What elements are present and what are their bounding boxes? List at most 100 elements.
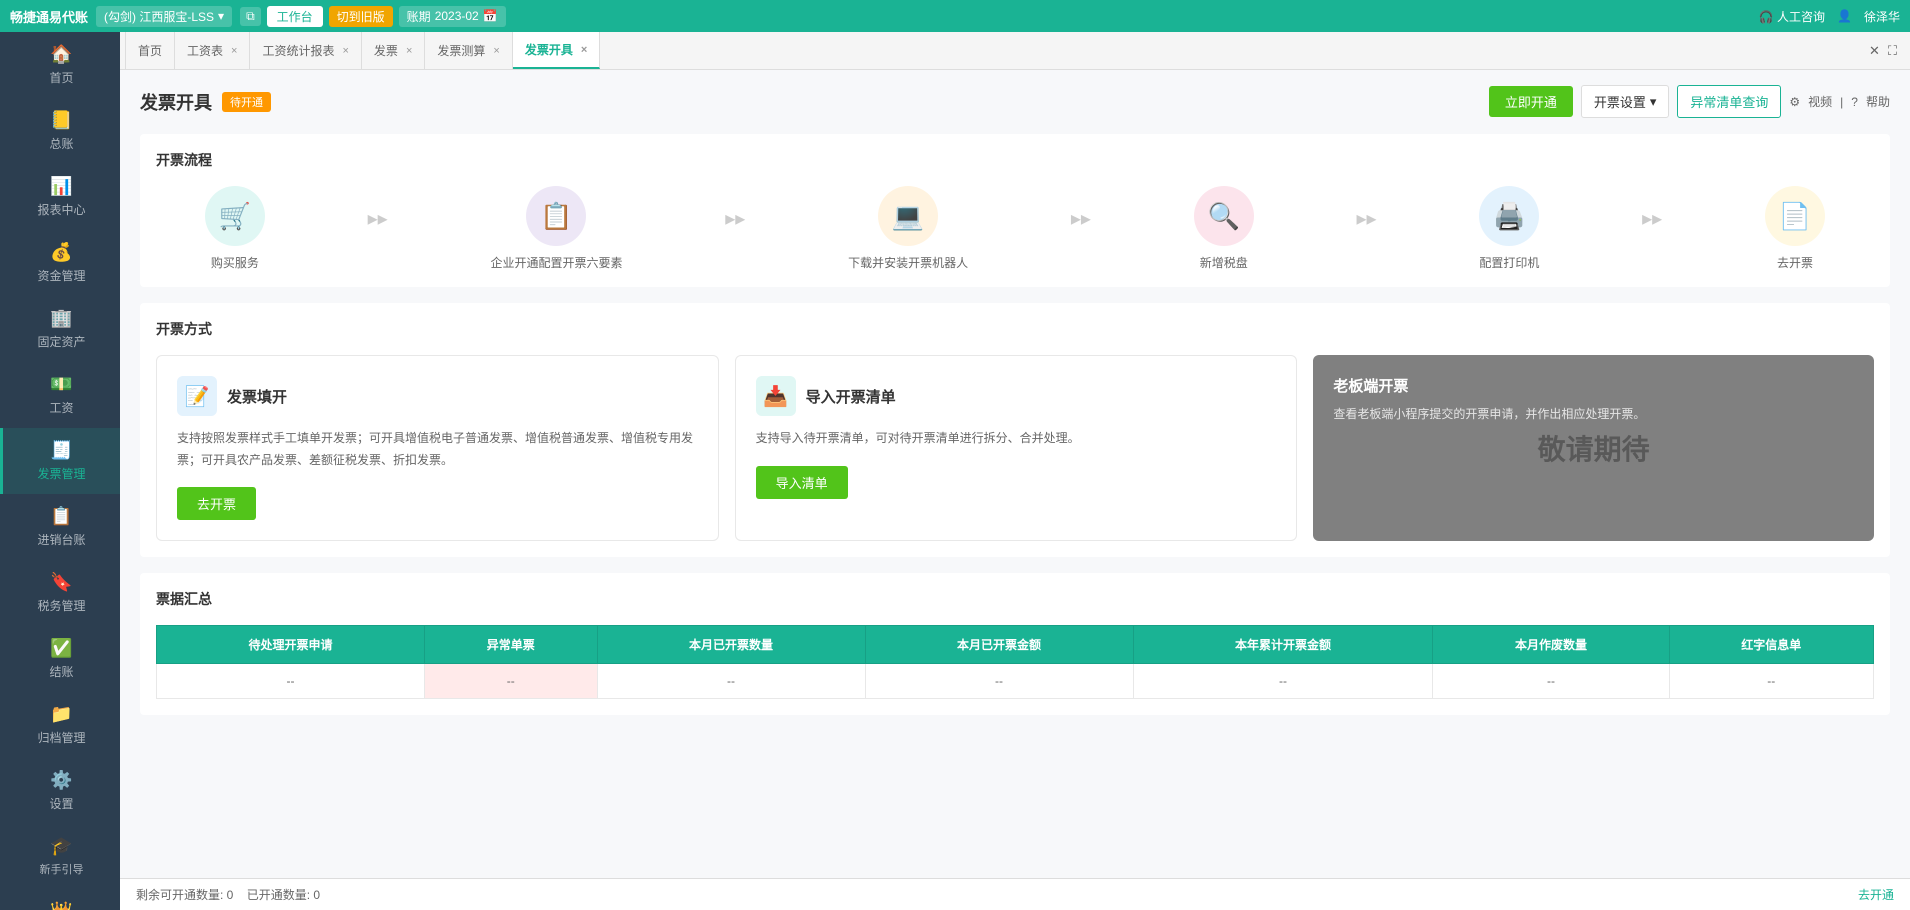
sidebar-item-首页[interactable]: 🏠首页 (0, 32, 120, 98)
summary-cell-6: -- (1669, 664, 1873, 699)
sidebar-icon-0: 🏠 (50, 44, 72, 65)
open-settings-button[interactable]: 开票设置 ▾ (1581, 85, 1670, 118)
import-list-button[interactable]: 导入清单 (756, 466, 848, 499)
summary-cell-2: -- (597, 664, 865, 699)
tab-close-2[interactable]: × (342, 45, 348, 57)
sidebar-icon-7: 📋 (50, 506, 72, 527)
flow-step-label-4: 配置打印机 (1479, 254, 1539, 271)
sidebar-item-发票管理[interactable]: 🧾发票管理 (0, 428, 120, 494)
status-badge: 待开通 (222, 92, 271, 112)
bottom-bar: 剩余可开通数量: 0 已开通数量: 0 去开通 (120, 878, 1910, 910)
company-name: (勾剑) 江西服宝-LSS (104, 8, 214, 25)
opened-label: 已开通数量: 0 (247, 888, 320, 902)
flow-step-icon-1: 📋 (526, 186, 586, 246)
flow-step-icon-4: 🖨️ (1479, 186, 1539, 246)
bottom-label-0: 新手引导 (40, 861, 84, 877)
switch-version-button[interactable]: 切到旧版 (329, 6, 393, 27)
flow-step-icon-5: 📄 (1765, 186, 1825, 246)
tab-工资表[interactable]: 工资表× (175, 32, 250, 69)
help-icon[interactable]: ? (1851, 95, 1858, 109)
tab-close-4[interactable]: × (493, 45, 499, 57)
settings-gear-icon[interactable]: ⚙ (1789, 95, 1800, 109)
method-card-fill: 📝 发票填开 支持按照发票样式手工填单开发票；可开具增值税电子普通发票、增值税普… (156, 355, 719, 541)
sidebar-item-报表中心[interactable]: 📊报表中心 (0, 164, 120, 230)
tab-close-5[interactable]: × (581, 44, 587, 56)
service-button[interactable]: 🎧 人工咨询 (1759, 8, 1825, 25)
sidebar-bottom: 🎓新手引导👑畅会员 📌 取消固定 (0, 824, 120, 910)
old-terminal-desc: 查看老板端小程序提交的开票申请，并作出相应处理开票。 (1333, 404, 1854, 426)
username[interactable]: 徐泽华 (1864, 8, 1900, 25)
sidebar-icon-10: 📁 (50, 704, 72, 725)
sidebar-item-税务管理[interactable]: 🔖税务管理 (0, 560, 120, 626)
summary-col-header-4: 本年累计开票金额 (1133, 626, 1433, 664)
flow-arrow-0: ▸▸ (368, 206, 388, 251)
summary-col-header-3: 本月已开票金额 (865, 626, 1133, 664)
top-bar-left: 畅捷通易代账 (勾剑) 江西服宝-LSS ▾ ⧉ 工作台 切到旧版 账期 202… (10, 6, 506, 27)
top-bar: 畅捷通易代账 (勾剑) 江西服宝-LSS ▾ ⧉ 工作台 切到旧版 账期 202… (0, 0, 1910, 32)
exception-query-button[interactable]: 异常清单查询 (1677, 85, 1781, 118)
summary-cell-4: -- (1133, 664, 1433, 699)
sidebar-bottom-item-新手引导[interactable]: 🎓新手引导 (0, 824, 120, 889)
import-method-title: 导入开票清单 (806, 386, 896, 407)
fill-method-desc: 支持按照发票样式手工填单开发票；可开具增值税电子普通发票、增值税普通发票、增值税… (177, 428, 698, 471)
immediate-open-button[interactable]: 立即开通 (1489, 86, 1573, 117)
app-logo: 畅捷通易代账 (10, 7, 88, 26)
tab-close-3[interactable]: × (406, 45, 412, 57)
method-card-header-import: 📥 导入开票清单 (756, 376, 1277, 416)
sidebar-label-3: 资金管理 (37, 267, 85, 284)
sidebar-label-7: 进销台账 (37, 531, 85, 548)
sidebar-item-归档管理[interactable]: 📁归档管理 (0, 692, 120, 758)
sidebar-icon-1: 📒 (50, 110, 72, 131)
sidebar-item-设置[interactable]: ⚙️设置 (0, 758, 120, 824)
old-terminal-title: 老板端开票 (1333, 375, 1854, 396)
sidebar-icon-6: 🧾 (50, 440, 72, 461)
flow-arrow-4: ▸▸ (1642, 206, 1662, 251)
period-label: 账期 (407, 8, 431, 25)
sidebar: 🏠首页📒总账📊报表中心💰资金管理🏢固定资产💵工资🧾发票管理 📋 进销台账 🔖税务管理✅… (0, 32, 120, 910)
copy-icon[interactable]: ⧉ (240, 7, 261, 26)
sidebar-item-总账[interactable]: 📒总账 (0, 98, 120, 164)
flow-step-icon-0: 🛒 (205, 186, 265, 246)
remaining-label: 剩余可开通数量: 0 (136, 888, 233, 902)
expand-icon[interactable]: ⛶ (1888, 43, 1897, 59)
go-open-link[interactable]: 去开通 (1858, 886, 1894, 903)
workbench-button[interactable]: 工作台 (267, 6, 323, 27)
sidebar-item-工资[interactable]: 💵工资 (0, 362, 120, 428)
summary-col-header-5: 本月作废数量 (1433, 626, 1669, 664)
fill-method-icon: 📝 (177, 376, 217, 416)
sidebar-label-5: 工资 (49, 399, 73, 416)
sidebar-bottom-item-畅会员[interactable]: 👑畅会员 (0, 889, 120, 910)
tab-发票开具[interactable]: 发票开具× (513, 32, 600, 69)
chevron-down-icon: ▾ (218, 9, 224, 23)
flow-steps: 🛒 购买服务 ▸▸ 📋 企业开通配置开票六要素 ▸▸ 💻 下载并安装开票机器人 … (156, 186, 1874, 271)
tab-label-4: 发票测算 (437, 42, 485, 59)
tab-label-0: 首页 (138, 42, 162, 59)
sidebar-item-固定资产[interactable]: 🏢固定资产 (0, 296, 120, 362)
tab-close-1[interactable]: × (231, 45, 237, 57)
flow-section: 开票流程 🛒 购买服务 ▸▸ 📋 企业开通配置开票六要素 ▸▸ 💻 下载并安装开… (140, 134, 1890, 287)
tab-发票测算[interactable]: 发票测算 × (425, 32, 512, 69)
sidebar-item-结账[interactable]: ✅结账 (0, 626, 120, 692)
sidebar-item-进销台账[interactable]: 📋 进销台账 (0, 494, 120, 560)
tab-bar-actions: ✕ ⛶ (1869, 43, 1905, 59)
company-selector[interactable]: (勾剑) 江西服宝-LSS ▾ (96, 6, 232, 27)
sidebar-item-资金管理[interactable]: 💰资金管理 (0, 230, 120, 296)
tab-工资统计报表[interactable]: 工资统计报表× (250, 32, 361, 69)
tab-首页[interactable]: 首页 (125, 32, 175, 69)
go-invoice-button[interactable]: 去开票 (177, 487, 256, 520)
page-header: 发票开具 待开通 立即开通 开票设置 ▾ 异常清单查询 ⚙ 视频 | ? (140, 85, 1890, 118)
content-area: 首页工资表×工资统计报表×发票×发票测算×发票开具× ✕ ⛶ 发票开具 待开通 … (120, 32, 1910, 910)
flow-step-0: 🛒 购买服务 (205, 186, 265, 271)
summary-cell-1: -- (425, 664, 598, 699)
summary-col-header-0: 待处理开票申请 (157, 626, 425, 664)
period-value: 2023-02 (435, 9, 479, 23)
flow-arrow-1: ▸▸ (725, 206, 745, 251)
chevron-down-icon: ▾ (1650, 94, 1657, 110)
method-section-title: 开票方式 (156, 319, 1874, 339)
tab-发票[interactable]: 发票× (362, 32, 425, 69)
flow-step-1: 📋 企业开通配置开票六要素 (490, 186, 622, 271)
summary-col-header-6: 红字信息单 (1669, 626, 1873, 664)
flow-step-icon-3: 🔍 (1194, 186, 1254, 246)
close-all-icon[interactable]: ✕ (1869, 43, 1880, 59)
period-selector[interactable]: 账期 2023-02 📅 (399, 6, 506, 27)
